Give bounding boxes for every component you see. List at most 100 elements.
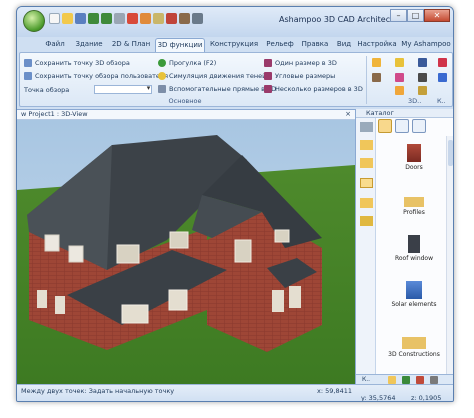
paint-icon[interactable] [438,73,447,82]
layers-icon[interactable] [140,13,151,24]
ribbon-panel: Сохранить точку 3D обзора Сохранить точк… [19,52,453,107]
multi-dimension-icon [264,85,272,93]
catalog-sidebar [356,118,376,384]
tab-2d-plan[interactable]: 2D & План [109,38,153,52]
export-icon[interactable] [418,86,427,95]
view-point-dropdown[interactable] [94,84,153,94]
stairs-category-icon[interactable] [412,119,426,133]
wall-icon[interactable] [179,13,190,24]
lock-icon[interactable] [372,58,381,67]
tab-my-ashampoo[interactable]: My Ashampoo [401,38,451,52]
close-button[interactable]: ✕ [424,9,450,22]
status-z: z: 0,1905 [411,394,442,402]
tab-construction[interactable]: Конструкция [207,38,261,52]
folder-icon[interactable] [360,198,373,208]
3d-scene[interactable] [17,120,355,385]
pin-icon[interactable] [360,122,373,132]
tab-settings[interactable]: Настройка [355,38,399,52]
tab-edit[interactable]: Правка [299,38,331,52]
viewport-close-button[interactable]: × [345,110,351,119]
group-label-k: К.. [437,97,446,105]
light-icon[interactable] [395,86,404,95]
shadow-sim-button[interactable]: Симуляция движения теней... [158,72,273,80]
save-icon[interactable] [75,13,86,24]
undo-icon[interactable] [88,13,99,24]
door-category-icon[interactable] [378,119,392,133]
print-icon[interactable] [114,13,125,24]
tab-view[interactable]: Вид [333,38,355,52]
tab-tree-icon[interactable] [402,376,410,384]
aux-lines-icon [158,85,166,93]
app-menu-button[interactable] [23,10,45,32]
folder-icon[interactable] [360,140,373,150]
save-view-icon [24,59,32,67]
folder-icon[interactable] [360,158,373,168]
multi-dims-button[interactable]: Несколько размеров в 3D [264,85,363,93]
scrollbar-thumb[interactable] [448,140,453,166]
furniture-icon[interactable] [360,216,373,226]
catalog-item-roof-window[interactable]: Roof window [378,235,450,262]
walls-3d-icon[interactable] [372,73,381,82]
catalog-item-solar[interactable]: Solar elements [378,281,450,308]
color-icon[interactable] [438,58,447,67]
plan-icon[interactable] [153,13,164,24]
save-view-button[interactable]: Сохранить точку 3D обзора [24,59,130,67]
catalog-tabs: К.. [356,374,453,384]
angle-dimension-icon [264,72,272,80]
walk-button[interactable]: Прогулка (F2) [158,59,216,67]
window-title: Ashampoo 3D CAD Architecture 5 - D:\soft… [279,15,397,24]
doors-icon [407,144,421,162]
angle-dims-button[interactable]: Угловые размеры [264,72,335,80]
house-render [17,120,355,385]
view-point-row: Точка обзора [24,84,153,94]
tab-3d-functions[interactable]: 3D функции [155,38,205,52]
3d-viewport: w Project1 : 3D-View × [17,109,355,385]
texture-icon[interactable] [418,73,427,82]
catalog-item-doors[interactable]: Doors [378,144,450,171]
material-icon[interactable] [395,73,404,82]
catalog-toolbar [378,119,426,133]
maximize-button[interactable]: □ [407,9,424,22]
window-category-icon[interactable] [395,119,409,133]
catalog-panel: Каталог Doors Profiles Roof window Solar… [355,109,453,384]
tab-file[interactable]: Файл [41,38,69,52]
walk-icon [158,59,166,67]
tab-building[interactable]: Здание [71,38,107,52]
save-user-view-button[interactable]: Сохранить точку обзора пользователя [24,72,168,80]
group-label-main: Основное [168,97,202,105]
status-bar: Между двух точек: Задать начальную точку… [17,384,453,402]
catalog-scrollbar[interactable] [446,136,453,376]
status-y: y: 35,5764 [361,394,396,402]
minimize-button[interactable]: – [390,9,407,22]
view-icon[interactable] [127,13,138,24]
tab-folder-icon[interactable] [388,376,396,384]
catalog-item-profiles[interactable]: Profiles [378,189,450,216]
camera-icon[interactable] [418,58,427,67]
viewport-title-bar: w Project1 : 3D-View × [17,110,355,120]
redo-icon[interactable] [101,13,112,24]
dimension-icon [264,59,272,67]
tab-settings-icon[interactable] [430,376,438,384]
viewport-title: w Project1 : 3D-View [21,110,88,118]
open-icon[interactable] [62,13,73,24]
folder-selected-icon[interactable] [360,178,373,188]
catalog-tab-k[interactable]: К.. [362,375,370,384]
sun-icon [158,72,166,80]
settings-icon[interactable] [192,13,203,24]
new-icon[interactable] [49,13,60,24]
3d-icon[interactable] [166,13,177,24]
roof-window-icon [408,235,420,253]
catalog-item-3d-constructions[interactable]: 3D Constructions [378,331,450,358]
save-user-view-icon [24,72,32,80]
aux-lines-button[interactable]: Вспомогательные прямые в 3D [158,85,276,93]
app-window: Ashampoo 3D CAD Architecture 5 - D:\soft… [16,6,454,402]
profiles-icon [404,197,424,207]
tab-color-icon[interactable] [416,376,424,384]
solar-icon [406,281,422,299]
title-bar: Ashampoo 3D CAD Architecture 5 - D:\soft… [17,7,453,37]
one-dim-button[interactable]: Один размер в 3D [264,59,337,67]
construction-icon [402,337,426,349]
render-icon[interactable] [395,58,404,67]
status-x: x: 59,8411 [317,387,352,395]
tab-terrain[interactable]: Рельеф [263,38,297,52]
